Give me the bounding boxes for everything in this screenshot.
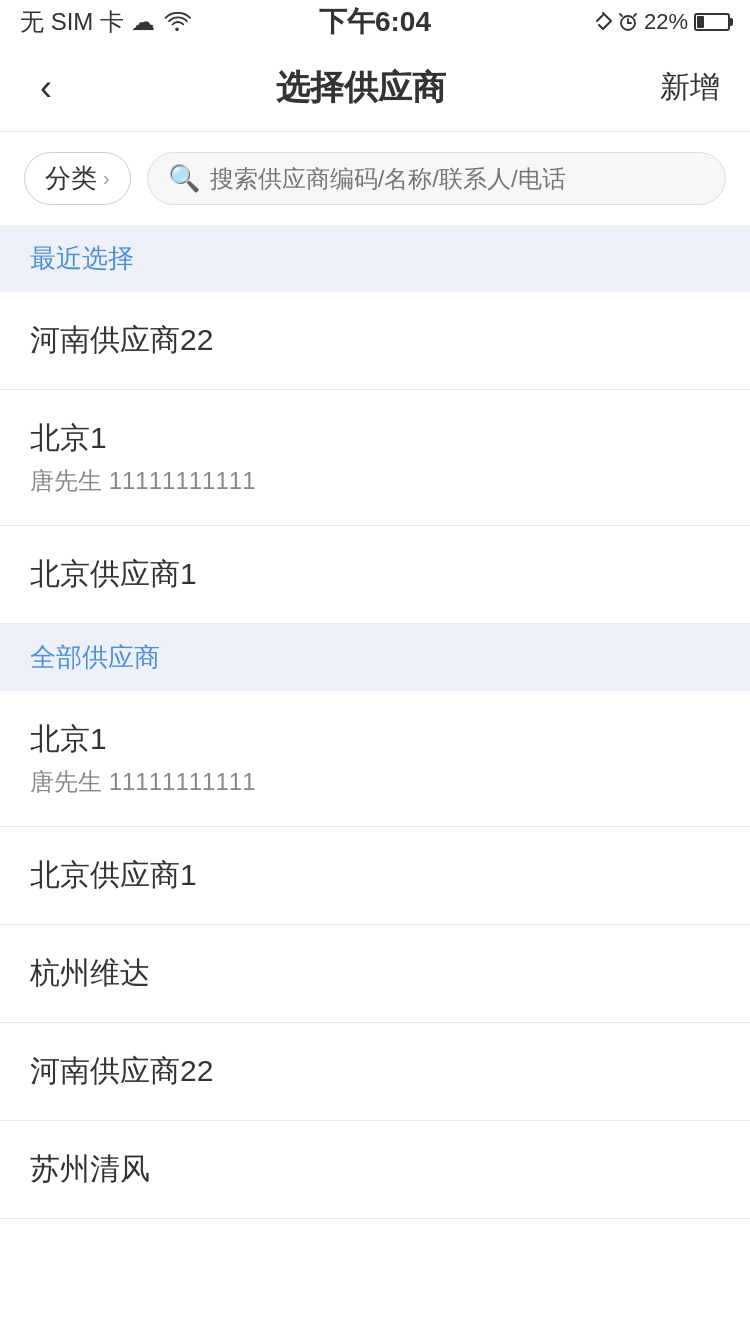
category-label: 分类 bbox=[45, 161, 97, 196]
item-name: 河南供应商22 bbox=[30, 320, 720, 361]
nav-bar: ‹ 选择供应商 新增 bbox=[0, 44, 750, 132]
wifi-icon bbox=[163, 12, 191, 32]
filter-bar: 分类 › 🔍 bbox=[0, 132, 750, 225]
recent-item-2[interactable]: 北京1 唐先生 11111111111 bbox=[0, 390, 750, 526]
all-item-5[interactable]: 苏州清风 bbox=[0, 1121, 750, 1219]
all-item-4[interactable]: 河南供应商22 bbox=[0, 1023, 750, 1121]
recent-items-list: 河南供应商22 北京1 唐先生 11111111111 北京供应商1 bbox=[0, 292, 750, 624]
search-icon: 🔍 bbox=[168, 163, 200, 194]
sim-label: 无 SIM 卡 ☁ bbox=[20, 6, 155, 38]
item-name: 北京供应商1 bbox=[30, 855, 720, 896]
battery-icon bbox=[694, 13, 730, 31]
status-left: 无 SIM 卡 ☁ bbox=[20, 6, 191, 38]
chevron-right-icon: › bbox=[103, 167, 110, 190]
status-time: 下午6:04 bbox=[319, 3, 431, 41]
item-name: 河南供应商22 bbox=[30, 1051, 720, 1092]
status-right: 22% bbox=[594, 9, 730, 35]
svg-line-5 bbox=[634, 14, 636, 16]
recent-section-label: 最近选择 bbox=[30, 243, 134, 273]
battery-percent: 22% bbox=[644, 9, 688, 35]
recent-item-1[interactable]: 河南供应商22 bbox=[0, 292, 750, 390]
item-name: 北京供应商1 bbox=[30, 554, 720, 595]
page-title: 选择供应商 bbox=[276, 65, 446, 111]
all-section-label: 全部供应商 bbox=[30, 642, 160, 672]
item-name: 北京1 bbox=[30, 418, 720, 459]
item-sub: 唐先生 11111111111 bbox=[30, 766, 720, 798]
all-items-list: 北京1 唐先生 11111111111 北京供应商1 杭州维达 河南供应商22 … bbox=[0, 691, 750, 1219]
recent-item-3[interactable]: 北京供应商1 bbox=[0, 526, 750, 624]
svg-line-4 bbox=[620, 14, 622, 16]
item-name: 苏州清风 bbox=[30, 1149, 720, 1190]
all-item-1[interactable]: 北京1 唐先生 11111111111 bbox=[0, 691, 750, 827]
recent-section-header: 最近选择 bbox=[0, 225, 750, 292]
add-button[interactable]: 新增 bbox=[660, 67, 720, 108]
search-bar: 🔍 bbox=[147, 152, 726, 205]
all-section-header: 全部供应商 bbox=[0, 624, 750, 691]
location-icon bbox=[594, 12, 612, 32]
search-input[interactable] bbox=[210, 165, 705, 193]
item-name: 杭州维达 bbox=[30, 953, 720, 994]
svg-line-0 bbox=[597, 15, 603, 21]
item-name: 北京1 bbox=[30, 719, 720, 760]
category-filter[interactable]: 分类 › bbox=[24, 152, 131, 205]
alarm-icon bbox=[618, 12, 638, 32]
item-sub: 唐先生 11111111111 bbox=[30, 465, 720, 497]
status-bar: 无 SIM 卡 ☁ 下午6:04 22% bbox=[0, 0, 750, 44]
back-button[interactable]: ‹ bbox=[30, 57, 62, 119]
all-item-3[interactable]: 杭州维达 bbox=[0, 925, 750, 1023]
all-item-2[interactable]: 北京供应商1 bbox=[0, 827, 750, 925]
